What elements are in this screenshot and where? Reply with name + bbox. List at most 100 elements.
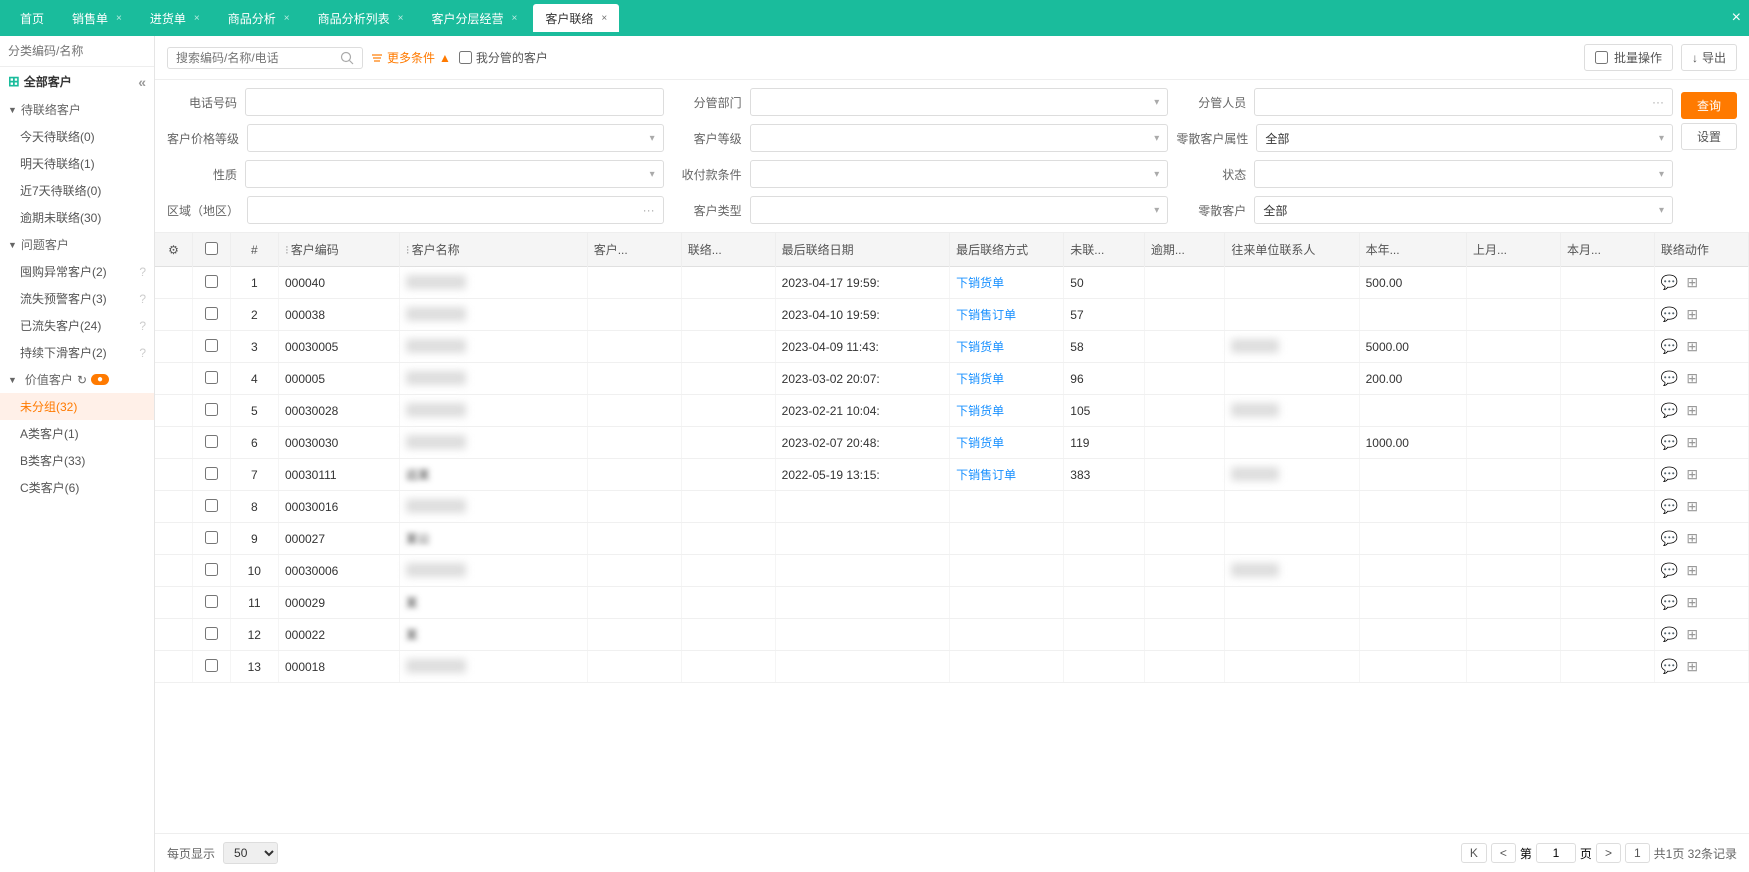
row-message-icon-1[interactable]: 💬 bbox=[1661, 306, 1678, 323]
my-customers-checkbox[interactable]: 我分管的客户 bbox=[459, 49, 548, 66]
row-checkbox-1[interactable] bbox=[193, 299, 231, 331]
row-select-9[interactable] bbox=[205, 563, 218, 576]
row-checkbox-11[interactable] bbox=[193, 619, 231, 651]
row-message-icon-4[interactable]: 💬 bbox=[1661, 402, 1678, 419]
row-message-icon-11[interactable]: 💬 bbox=[1661, 626, 1678, 643]
last-method-link-5[interactable]: 下销货单 bbox=[956, 436, 1004, 450]
row-grid-icon-1[interactable]: ⊞ bbox=[1686, 306, 1698, 323]
last-page-button[interactable]: 1 bbox=[1625, 843, 1650, 863]
sidebar-all-customers[interactable]: ⊞ 全部客户 « bbox=[0, 67, 154, 96]
row-message-icon-9[interactable]: 💬 bbox=[1661, 562, 1678, 579]
filter-customer-level-select[interactable]: ▾ bbox=[750, 124, 1169, 152]
last-method-link-0[interactable]: 下销货单 bbox=[956, 276, 1004, 290]
more-conditions-btn[interactable]: 更多条件 ▲ bbox=[371, 49, 451, 66]
first-page-button[interactable]: K bbox=[1461, 843, 1487, 863]
sidebar-item-type-a[interactable]: A类客户(1) bbox=[0, 420, 154, 447]
row-select-7[interactable] bbox=[205, 499, 218, 512]
tab-customer-segment-close[interactable]: × bbox=[511, 13, 517, 24]
sidebar-item-today[interactable]: 今天待联络(0) bbox=[0, 123, 154, 150]
filter-dept-select[interactable]: ▾ bbox=[750, 88, 1169, 116]
filter-scatter-select[interactable]: 全部 ▾ bbox=[1254, 196, 1673, 224]
main-search-icon[interactable] bbox=[340, 51, 354, 65]
batch-checkbox[interactable] bbox=[1595, 51, 1608, 64]
tab-product-analysis-close[interactable]: × bbox=[284, 13, 290, 24]
row-checkbox-9[interactable] bbox=[193, 555, 231, 587]
sidebar-group-problem[interactable]: ▼ 问题客户 bbox=[0, 231, 154, 258]
tab-product-analysis-list[interactable]: 商品分析列表 × bbox=[306, 4, 416, 32]
row-grid-icon-9[interactable]: ⊞ bbox=[1686, 562, 1698, 579]
row-message-icon-12[interactable]: 💬 bbox=[1661, 658, 1678, 675]
last-method-link-4[interactable]: 下销货单 bbox=[956, 404, 1004, 418]
reset-button[interactable]: 设置 bbox=[1681, 123, 1737, 150]
row-grid-icon-10[interactable]: ⊞ bbox=[1686, 594, 1698, 611]
row-message-icon-8[interactable]: 💬 bbox=[1661, 530, 1678, 547]
row-message-icon-2[interactable]: 💬 bbox=[1661, 338, 1678, 355]
row-message-icon-7[interactable]: 💬 bbox=[1661, 498, 1678, 515]
filter-status-select[interactable]: ▾ bbox=[1254, 160, 1673, 188]
row-message-icon-3[interactable]: 💬 bbox=[1661, 370, 1678, 387]
sidebar-search-input[interactable] bbox=[8, 44, 155, 58]
tab-customer-contact-close[interactable]: × bbox=[601, 13, 607, 24]
row-message-icon-0[interactable]: 💬 bbox=[1661, 274, 1678, 291]
select-all-checkbox[interactable] bbox=[205, 242, 218, 255]
row-select-2[interactable] bbox=[205, 339, 218, 352]
row-select-12[interactable] bbox=[205, 659, 218, 672]
row-checkbox-6[interactable] bbox=[193, 459, 231, 491]
window-close-button[interactable]: × bbox=[1732, 9, 1741, 27]
row-grid-icon-4[interactable]: ⊞ bbox=[1686, 402, 1698, 419]
row-select-0[interactable] bbox=[205, 275, 218, 288]
filter-customer-type-select[interactable]: ▾ bbox=[750, 196, 1169, 224]
page-input[interactable] bbox=[1536, 843, 1576, 863]
last-method-link-6[interactable]: 下销售订单 bbox=[956, 468, 1016, 482]
last-method-link-3[interactable]: 下销货单 bbox=[956, 372, 1004, 386]
row-checkbox-2[interactable] bbox=[193, 331, 231, 363]
sidebar-item-overdue[interactable]: 逾期未联络(30) bbox=[0, 204, 154, 231]
row-grid-icon-11[interactable]: ⊞ bbox=[1686, 626, 1698, 643]
query-button[interactable]: 查询 bbox=[1681, 92, 1737, 119]
tab-customer-contact[interactable]: 客户联络 × bbox=[533, 4, 619, 32]
filter-price-level-select[interactable]: ▾ bbox=[247, 124, 664, 152]
data-table-container[interactable]: ⚙ # ⁝客户编码 ⁝客户名称 客户... 联络... bbox=[155, 233, 1749, 833]
page-size-select[interactable]: 50 20 100 bbox=[223, 842, 278, 864]
tab-home[interactable]: 首页 bbox=[8, 4, 56, 32]
last-method-link-1[interactable]: 下销售订单 bbox=[956, 308, 1016, 322]
refresh-icon[interactable]: ↻ bbox=[77, 373, 87, 387]
filter-scatter-attr-select[interactable]: 全部 ▾ bbox=[1256, 124, 1673, 152]
filter-payment-select[interactable]: ▾ bbox=[750, 160, 1169, 188]
row-grid-icon-0[interactable]: ⊞ bbox=[1686, 274, 1698, 291]
row-grid-icon-12[interactable]: ⊞ bbox=[1686, 658, 1698, 675]
sidebar-item-churned[interactable]: 已流失客户(24) ? bbox=[0, 312, 154, 339]
row-select-11[interactable] bbox=[205, 627, 218, 640]
main-search-input[interactable] bbox=[176, 51, 336, 65]
last-method-link-2[interactable]: 下销货单 bbox=[956, 340, 1004, 354]
sidebar-item-churn-warning[interactable]: 流失预警客户(3) ? bbox=[0, 285, 154, 312]
sidebar-item-tomorrow[interactable]: 明天待联络(1) bbox=[0, 150, 154, 177]
row-checkbox-7[interactable] bbox=[193, 491, 231, 523]
sidebar-item-type-c[interactable]: C类客户(6) bbox=[0, 474, 154, 501]
tab-sales[interactable]: 销售单 × bbox=[60, 4, 134, 32]
row-grid-icon-8[interactable]: ⊞ bbox=[1686, 530, 1698, 547]
sidebar-item-7days[interactable]: 近7天待联络(0) bbox=[0, 177, 154, 204]
row-checkbox-5[interactable] bbox=[193, 427, 231, 459]
filter-nature-select[interactable]: ▾ bbox=[245, 160, 664, 188]
col-settings[interactable]: ⚙ bbox=[155, 233, 193, 267]
filter-phone-input[interactable] bbox=[245, 88, 664, 116]
sidebar-group-value[interactable]: ▼ 价值客户 ↻ ● bbox=[0, 366, 154, 393]
tab-product-analysis[interactable]: 商品分析 × bbox=[216, 4, 302, 32]
row-grid-icon-6[interactable]: ⊞ bbox=[1686, 466, 1698, 483]
tab-product-analysis-list-close[interactable]: × bbox=[398, 13, 404, 24]
sidebar-group-pending[interactable]: ▼ 待联络客户 bbox=[0, 96, 154, 123]
tab-customer-segment[interactable]: 客户分层经营 × bbox=[419, 4, 529, 32]
export-button[interactable]: ↓ 导出 bbox=[1681, 44, 1737, 71]
row-message-icon-6[interactable]: 💬 bbox=[1661, 466, 1678, 483]
row-checkbox-12[interactable] bbox=[193, 651, 231, 683]
row-select-1[interactable] bbox=[205, 307, 218, 320]
sidebar-collapse-icon[interactable]: « bbox=[138, 74, 146, 90]
row-checkbox-3[interactable] bbox=[193, 363, 231, 395]
row-select-6[interactable] bbox=[205, 467, 218, 480]
row-grid-icon-7[interactable]: ⊞ bbox=[1686, 498, 1698, 515]
row-message-icon-10[interactable]: 💬 bbox=[1661, 594, 1678, 611]
filter-manager-select[interactable]: ··· bbox=[1254, 88, 1673, 116]
row-select-5[interactable] bbox=[205, 435, 218, 448]
batch-op-button[interactable]: 批量操作 bbox=[1584, 44, 1673, 71]
